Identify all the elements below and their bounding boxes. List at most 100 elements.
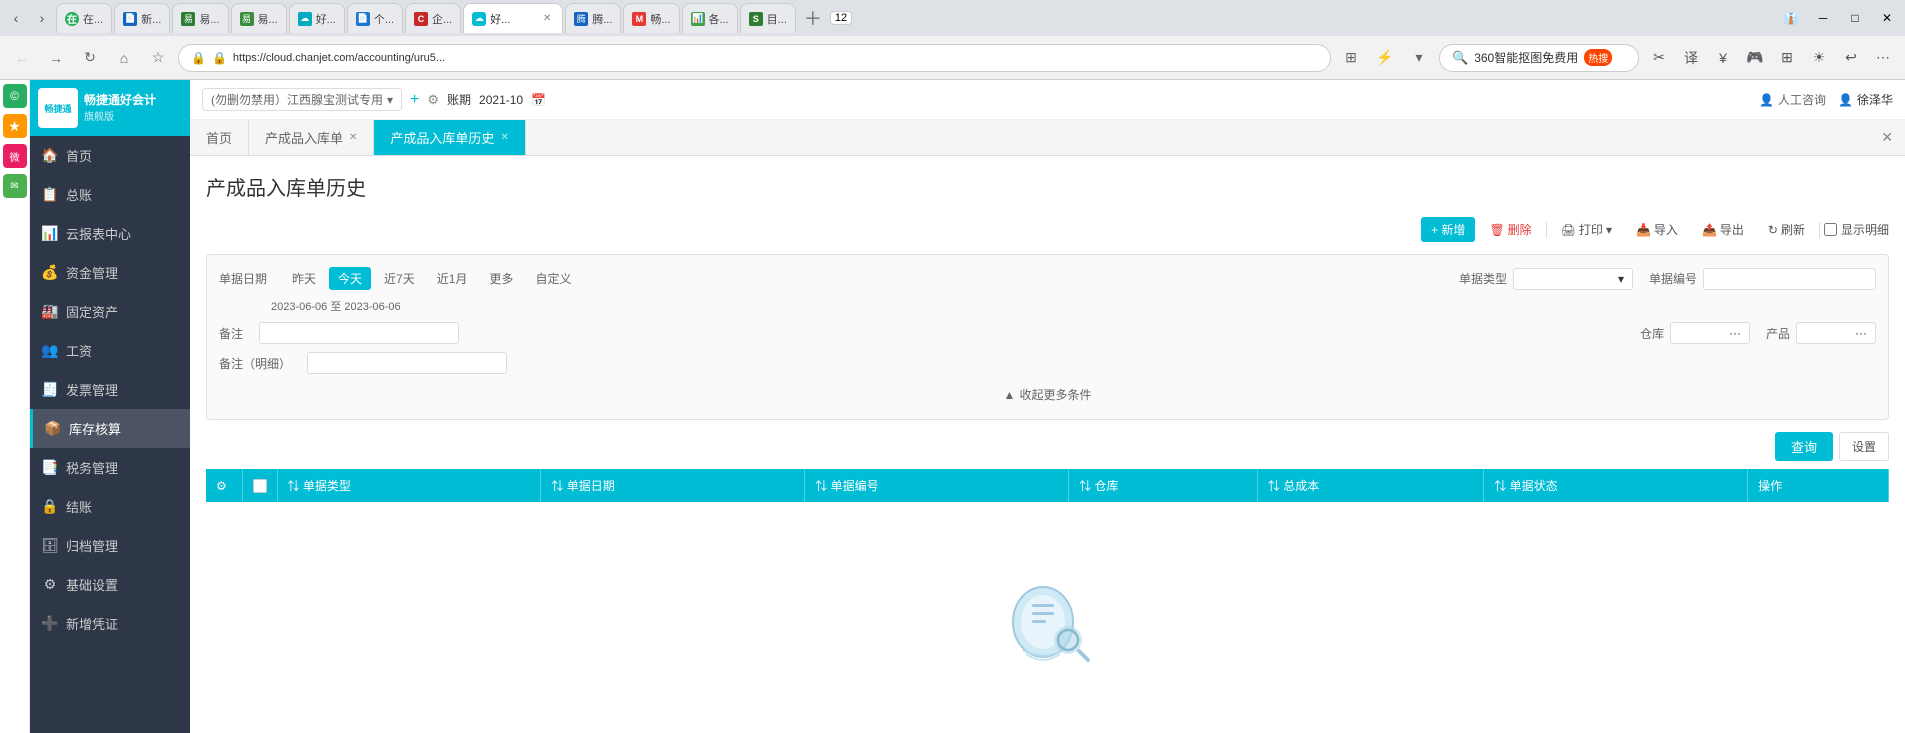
header-checkbox[interactable] [253, 479, 267, 493]
minimize-button[interactable]: ─ [1809, 4, 1837, 32]
th-settings[interactable]: ⚙ [206, 469, 242, 502]
scissors-icon[interactable]: ✂ [1645, 44, 1673, 72]
export-button[interactable]: 📤 导出 [1692, 217, 1754, 242]
sidebar-item-tax[interactable]: 📑 税务管理 [30, 448, 190, 487]
warehouse-select[interactable]: ··· [1670, 322, 1750, 344]
show-detail-toggle[interactable]: 显示明细 [1824, 221, 1889, 238]
calendar-icon[interactable]: 📅 [531, 93, 546, 107]
date-tab-yesterday[interactable]: 昨天 [283, 267, 325, 290]
browser-tab-2[interactable]: 📄 新... [114, 3, 170, 33]
close-button[interactable]: ✕ [1873, 4, 1901, 32]
date-tab-1month[interactable]: 近1月 [428, 267, 477, 290]
content-tab-list-close-icon[interactable]: ✕ [349, 132, 357, 143]
th-voucher-status[interactable]: ⇅ 单据状态 [1484, 469, 1748, 502]
collapse-button[interactable]: ▲ 收起更多条件 [996, 382, 1100, 407]
browser-tab-9[interactable]: 腾 腾... [565, 3, 621, 33]
browser-tab-4[interactable]: 易 易... [231, 3, 287, 33]
undo-icon[interactable]: ↩ [1837, 44, 1865, 72]
add-company-button[interactable]: + [410, 91, 419, 109]
browser-tab-12[interactable]: S 目... [740, 3, 796, 33]
yuan-icon[interactable]: ¥ [1709, 44, 1737, 72]
content-tab-history-close-icon[interactable]: ✕ [500, 132, 508, 143]
translate-icon[interactable]: 译 [1677, 44, 1705, 72]
user-avatar[interactable]: 👤 徐泽华 [1838, 91, 1893, 108]
sidebar-item-invoice[interactable]: 🧾 发票管理 [30, 370, 190, 409]
content-tab-home[interactable]: 首页 [190, 120, 249, 155]
settings-icon[interactable]: ⚙ [427, 92, 439, 108]
note-detail-input[interactable] [307, 352, 507, 374]
browser-tab-8[interactable]: ☁ 好... ✕ [463, 3, 563, 33]
sidebar-item-ledger[interactable]: 📋 总账 [30, 175, 190, 214]
delete-button[interactable]: 🗑 删除 [1479, 217, 1541, 242]
sidebar-item-payroll[interactable]: 👥 工资 [30, 331, 190, 370]
th-total-cost[interactable]: ⇅ 总成本 [1257, 469, 1483, 502]
th-warehouse[interactable]: ⇅ 仓库 [1069, 469, 1258, 502]
add-button[interactable]: + 新增 [1421, 217, 1475, 242]
chanjet-icon[interactable]: © [3, 84, 27, 108]
date-tab-today[interactable]: 今天 [329, 267, 371, 290]
star-button[interactable]: ☆ [144, 44, 172, 72]
date-tab-more[interactable]: 更多 [480, 267, 522, 290]
home-button[interactable]: ⌂ [110, 44, 138, 72]
print-button[interactable]: 🖨 打印 ▾ [1551, 217, 1622, 242]
quick-icon-2[interactable]: 微 [3, 144, 27, 168]
th-voucher-no[interactable]: ⇅ 单据编号 [805, 469, 1069, 502]
address-bar[interactable]: 🔒 🔒 https://cloud.chanjet.com/accounting… [178, 44, 1331, 72]
th-checkbox[interactable] [242, 469, 277, 502]
browser-tab-5[interactable]: ☁ 好... [289, 3, 345, 33]
search-bar[interactable]: 🔍 360智能抠图免费用 热搜 [1439, 44, 1639, 72]
dropdown-arrow[interactable]: ▾ [1405, 44, 1433, 72]
grid-icon[interactable]: ⊞ [1337, 44, 1365, 72]
date-tab-custom[interactable]: 自定义 [526, 267, 580, 290]
browser-tab-7[interactable]: C 企... [405, 3, 461, 33]
sidebar-item-inventory[interactable]: 📦 库存核算 [30, 409, 190, 448]
tab-8-close-icon[interactable]: ✕ [540, 12, 554, 26]
forward-button[interactable]: → [42, 44, 70, 72]
lightning-icon[interactable]: ⚡ [1371, 44, 1399, 72]
query-button[interactable]: 查询 [1775, 432, 1833, 461]
sidebar-item-fixed-assets[interactable]: 🏭 固定资产 [30, 292, 190, 331]
sidebar-item-new-entry[interactable]: ➕ 新增凭证 [30, 604, 190, 643]
brightness-icon[interactable]: ☀ [1805, 44, 1833, 72]
sidebar-item-archive[interactable]: 🗄 归档管理 [30, 526, 190, 565]
voucher-type-select[interactable]: ▾ [1513, 268, 1633, 290]
browser-tab-3[interactable]: 易 易... [172, 3, 228, 33]
back-button[interactable]: ← [8, 44, 36, 72]
th-total-cost-label: 总成本 [1283, 479, 1319, 493]
panel-close-button[interactable]: ✕ [1869, 125, 1905, 150]
refresh-data-button[interactable]: ↻ 刷新 [1758, 217, 1815, 242]
sidebar-item-funds[interactable]: 💰 资金管理 [30, 253, 190, 292]
th-voucher-type[interactable]: ⇅ 单据类型 [277, 469, 541, 502]
tiles-icon[interactable]: ⊞ [1773, 44, 1801, 72]
product-select[interactable]: ··· [1796, 322, 1876, 344]
settings-nav-icon[interactable]: ⋯ [1869, 44, 1897, 72]
quick-icon-1[interactable]: ★ [3, 114, 27, 138]
browser-tab-11[interactable]: 📊 各... [682, 3, 738, 33]
shirt-icon[interactable]: 👔 [1777, 4, 1805, 32]
settings-filter-button[interactable]: 设置 [1839, 432, 1889, 461]
voucher-no-input[interactable] [1703, 268, 1876, 290]
tab-forward-icon[interactable]: › [30, 6, 54, 30]
sidebar-item-reports[interactable]: 📊 云报表中心 [30, 214, 190, 253]
content-tab-history[interactable]: 产成品入库单历史 ✕ [374, 120, 525, 155]
tab-back-icon[interactable]: ‹ [4, 6, 28, 30]
sidebar-item-basic-settings[interactable]: ⚙ 基础设置 [30, 565, 190, 604]
show-detail-checkbox[interactable] [1824, 223, 1837, 236]
browser-tab-10[interactable]: M 畅... [623, 3, 679, 33]
import-button[interactable]: 📥 导入 [1626, 217, 1688, 242]
quick-icon-3[interactable]: ✉ [3, 174, 27, 198]
sidebar-item-home[interactable]: 🏠 首页 [30, 136, 190, 175]
th-voucher-date[interactable]: ⇅ 单据日期 [541, 469, 805, 502]
content-tab-list[interactable]: 产成品入库单 ✕ [249, 120, 374, 155]
new-tab-button[interactable]: ＋ [798, 3, 828, 33]
browser-tab-6[interactable]: 📄 个... [347, 3, 403, 33]
maximize-button[interactable]: □ [1841, 4, 1869, 32]
date-tab-7days[interactable]: 近7天 [375, 267, 424, 290]
note-input[interactable] [259, 322, 459, 344]
sidebar-item-close-period[interactable]: 🔒 结账 [30, 487, 190, 526]
browser-tab-1[interactable]: 在 在... [56, 3, 112, 33]
refresh-nav-button[interactable]: ↻ [76, 44, 104, 72]
company-selector[interactable]: (勿删勿禁用）江西腺宝测试专用 ▾ [202, 88, 402, 111]
user-service[interactable]: 👤 人工咨询 [1759, 91, 1826, 108]
gamepad-icon[interactable]: 🎮 [1741, 44, 1769, 72]
